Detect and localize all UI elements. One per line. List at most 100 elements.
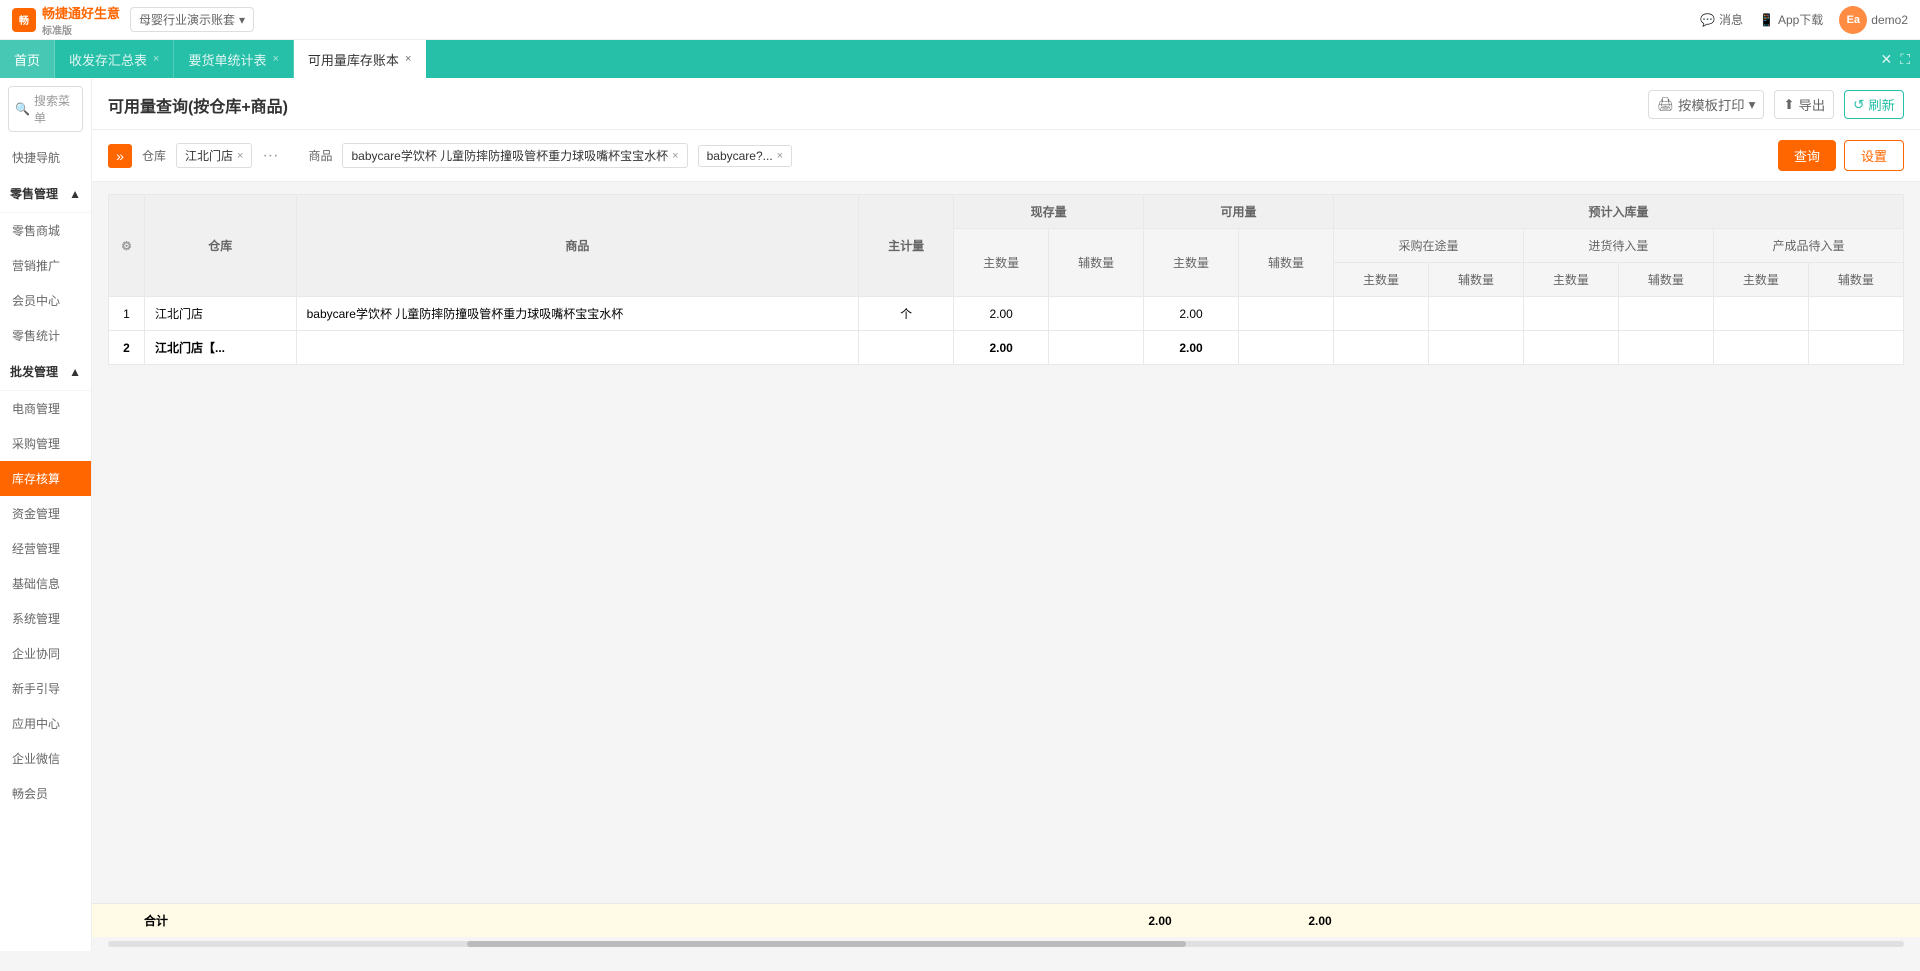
brand-name: 畅捷通好生意 <box>42 3 120 22</box>
footer-table: 合计 2.00 2.00 <box>108 912 1920 929</box>
tab-order-close[interactable]: × <box>272 53 278 65</box>
warehouse-more-dots[interactable]: ··· <box>262 147 278 165</box>
sidebar-item-wechat[interactable]: 企业微信 <box>0 741 91 776</box>
industry-chevron: ▾ <box>239 13 245 27</box>
sidebar-item-retail-stats[interactable]: 零售统计 <box>0 318 91 353</box>
sidebar-item-marketing[interactable]: 营销推广 <box>0 248 91 283</box>
app-center-label: 应用中心 <box>12 717 60 731</box>
sidebar-item-retail-mall[interactable]: 零售商城 <box>0 213 91 248</box>
product-tag-2: babycare?... × <box>698 145 792 167</box>
product-tag-1-remove[interactable]: × <box>672 150 678 162</box>
basics-label: 基础信息 <box>12 577 60 591</box>
quick-nav-label: 快捷导航 <box>12 151 60 165</box>
export-btn[interactable]: ⬆ 导出 <box>1774 90 1834 119</box>
sidebar-item-inventory[interactable]: 库存核算 <box>0 461 91 496</box>
sidebar-search-area: 🔍 搜索菜单 <box>0 78 91 140</box>
tab-receive-label: 收发存汇总表 <box>69 50 147 69</box>
row2-avail-aux <box>1239 331 1334 365</box>
top-bar-right: 💬 消息 📱 App下载 Ea demo2 <box>1700 6 1908 34</box>
retail-section-label: 零售管理 <box>10 185 58 202</box>
filter-area: » 仓库 江北门店 × ··· 商品 babycare学饮杯 儿童防摔防撞吸管杯… <box>92 130 1920 182</box>
th-prod-aux: 辅数量 <box>1808 263 1903 297</box>
message-btn[interactable]: 💬 消息 <box>1700 11 1743 28</box>
industry-label: 母婴行业演示账套 <box>139 11 235 28</box>
row1-avail-main: 2.00 <box>1144 297 1239 331</box>
top-bar-left: 畅 畅捷通好生意 标准版 母婴行业演示账套 ▾ <box>12 3 254 37</box>
refresh-icon: ↺ <box>1853 97 1864 113</box>
sidebar-item-app-center[interactable]: 应用中心 <box>0 706 91 741</box>
row1-avail-aux <box>1239 297 1334 331</box>
template-print-btn[interactable]: 🖨 按模板打印 ▾ <box>1648 90 1764 119</box>
fullscreen-btn[interactable]: ⛶ <box>1900 51 1910 68</box>
app-download-btn[interactable]: 📱 App下载 <box>1759 11 1823 28</box>
tab-available-close[interactable]: × <box>405 53 411 65</box>
sidebar-section-wholesale[interactable]: 批发管理 ▲ <box>0 353 91 391</box>
th-settings[interactable]: ⚙ <box>109 195 145 297</box>
horizontal-scrollbar[interactable] <box>108 941 1904 947</box>
row2-product <box>296 331 859 365</box>
avatar-text: Ea <box>1847 14 1860 26</box>
user-menu[interactable]: Ea demo2 <box>1839 6 1908 34</box>
sidebar-item-ecommerce[interactable]: 电商管理 <box>0 391 91 426</box>
sidebar-item-system[interactable]: 系统管理 <box>0 601 91 636</box>
message-icon: 💬 <box>1700 13 1715 27</box>
close-all-tabs-btn[interactable]: ✕ <box>1880 51 1892 68</box>
tab-receive-summary[interactable]: 收发存汇总表 × <box>55 40 174 78</box>
refresh-btn[interactable]: ↺ 刷新 <box>1844 90 1904 119</box>
product-tag-1-text: babycare学饮杯 儿童防摔防撞吸管杯重力球吸嘴杯宝宝水杯 <box>351 147 668 164</box>
tabs-spacer <box>426 40 1870 78</box>
footer-stock-main: 2.00 <box>1120 912 1200 929</box>
sidebar-item-finance[interactable]: 资金管理 <box>0 496 91 531</box>
filter-buttons: 查询 设置 <box>1778 140 1904 171</box>
top-bar: 畅 畅捷通好生意 标准版 母婴行业演示账套 ▾ 💬 消息 📱 App下载 Ea … <box>0 0 1920 40</box>
sidebar-item-member[interactable]: 会员中心 <box>0 283 91 318</box>
product-tag-2-remove[interactable]: × <box>777 150 783 162</box>
brand-icon-text: 畅 <box>19 12 29 27</box>
finance-label: 资金管理 <box>12 507 60 521</box>
avatar: Ea <box>1839 6 1867 34</box>
sidebar-item-vip[interactable]: 畅会员 <box>0 776 91 811</box>
row1-index: 1 <box>109 297 145 331</box>
table-row: 1 江北门店 babycare学饮杯 儿童防摔防撞吸管杯重力球吸嘴杯宝宝水杯 个… <box>109 297 1904 331</box>
sidebar-item-purchase[interactable]: 采购管理 <box>0 426 91 461</box>
tab-available-stock[interactable]: 可用量库存账本 × <box>294 40 426 78</box>
sidebar-item-quick-nav[interactable]: 快捷导航 <box>0 140 91 175</box>
scrollbar-thumb <box>467 941 1185 947</box>
tab-order-stats[interactable]: 要货单统计表 × <box>174 40 293 78</box>
row2-purchase-main <box>1334 331 1429 365</box>
tabs-bar: 首页 收发存汇总表 × 要货单统计表 × 可用量库存账本 × ✕ ⛶ <box>0 40 1920 78</box>
filter-expand-btn[interactable]: » <box>108 144 132 168</box>
sidebar-search-btn[interactable]: 🔍 搜索菜单 <box>8 86 83 132</box>
inventory-label: 库存核算 <box>12 472 60 486</box>
warehouse-tag-remove[interactable]: × <box>237 150 243 162</box>
sidebar-item-collab[interactable]: 企业协同 <box>0 636 91 671</box>
row2-index: 2 <box>109 331 145 365</box>
main-layout: 🔍 搜索菜单 快捷导航 零售管理 ▲ 零售商城 营销推广 会员中心 零售统计 批… <box>0 78 1920 951</box>
tab-home[interactable]: 首页 <box>0 40 55 78</box>
warehouse-tag: 江北门店 × <box>176 143 252 168</box>
query-btn[interactable]: 查询 <box>1778 140 1836 171</box>
brand-sub: 标准版 <box>42 22 120 37</box>
message-label: 消息 <box>1719 11 1743 28</box>
tab-controls: ✕ ⛶ <box>1870 40 1920 78</box>
th-purchase-transit-group: 采购在途量 <box>1334 229 1524 263</box>
row1-stock-main: 2.00 <box>954 297 1049 331</box>
industry-selector[interactable]: 母婴行业演示账套 ▾ <box>130 7 254 32</box>
col-settings-icon: ⚙ <box>121 239 132 253</box>
sidebar-section-retail[interactable]: 零售管理 ▲ <box>0 175 91 213</box>
page-actions: 🖨 按模板打印 ▾ ⬆ 导出 ↺ 刷新 <box>1648 90 1904 119</box>
th-avail-aux: 辅数量 <box>1239 229 1334 297</box>
tab-receive-close[interactable]: × <box>153 53 159 65</box>
settings-btn[interactable]: 设置 <box>1844 140 1904 171</box>
sidebar-item-basics[interactable]: 基础信息 <box>0 566 91 601</box>
row2-prod-aux <box>1808 331 1903 365</box>
row2-stock-main: 2.00 <box>954 331 1049 365</box>
sidebar: 🔍 搜索菜单 快捷导航 零售管理 ▲ 零售商城 营销推广 会员中心 零售统计 批… <box>0 78 92 951</box>
sidebar-search-label: 搜索菜单 <box>34 92 76 126</box>
product-tag-1: babycare学饮杯 儿童防摔防撞吸管杯重力球吸嘴杯宝宝水杯 × <box>342 143 687 168</box>
th-purchase-aux: 辅数量 <box>1428 263 1523 297</box>
sidebar-item-operations[interactable]: 经营管理 <box>0 531 91 566</box>
row1-incoming-aux <box>1618 297 1713 331</box>
row1-purchase-aux <box>1428 297 1523 331</box>
sidebar-item-newbie[interactable]: 新手引导 <box>0 671 91 706</box>
